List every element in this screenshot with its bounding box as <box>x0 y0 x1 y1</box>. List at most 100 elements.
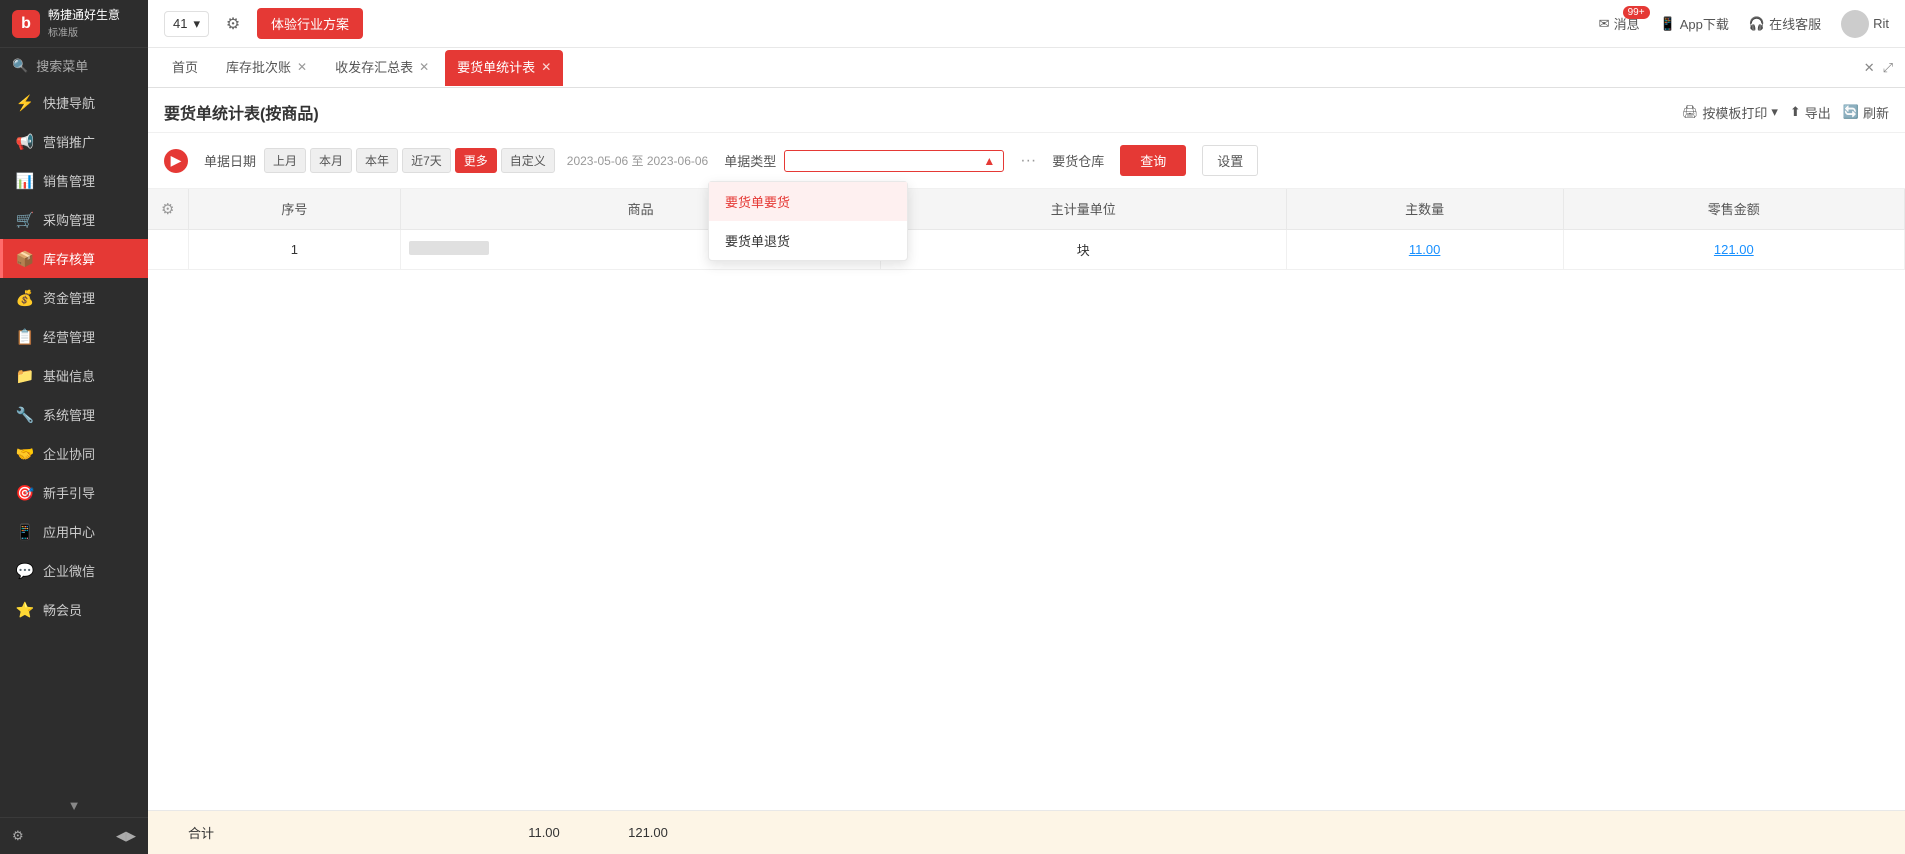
message-badge[interactable]: ✉ 消息 99+ <box>1599 14 1640 33</box>
quick-nav-icon: ⚡ <box>15 94 35 112</box>
sidebar-item-guide[interactable]: 🎯 新手引导 <box>0 473 148 512</box>
sidebar-item-label: 快捷导航 <box>43 93 95 112</box>
type-select[interactable]: ▲ <box>784 150 1004 172</box>
tab-inventory-batch-close[interactable]: ✕ <box>297 60 307 74</box>
date-btn-this-year[interactable]: 本年 <box>356 148 398 173</box>
filter-bar: ▶ 单据日期 上月 本月 本年 近7天 更多 自定义 2023-05-06 至 … <box>148 133 1905 189</box>
date-label: 单据日期 <box>204 151 256 170</box>
row-no: 1 <box>188 229 401 269</box>
search-menu[interactable]: 🔍 搜索菜单 <box>0 48 148 83</box>
tab-order-stats[interactable]: 要货单统计表 ✕ <box>445 50 563 86</box>
topbar: 41 ▾ ⚙ 体验行业方案 ✉ 消息 99+ 📱 App下载 🎧 在线客服 R <box>148 0 1905 48</box>
type-select-arrow-icon: ▲ <box>983 154 995 168</box>
date-btn-custom[interactable]: 自定义 <box>501 148 555 173</box>
appstore-icon: 📱 <box>15 523 35 541</box>
user-name: Rit <box>1873 16 1889 31</box>
topbar-settings-icon[interactable]: ⚙ <box>219 10 247 38</box>
row-unit: 块 <box>880 229 1286 269</box>
table-settings-btn[interactable]: 设置 <box>1202 145 1258 176</box>
tab-inventory-batch[interactable]: 库存批次账 ✕ <box>214 50 319 86</box>
refresh-label: 刷新 <box>1863 103 1889 122</box>
date-btn-this-month[interactable]: 本月 <box>310 148 352 173</box>
footer-qty: 11.00 <box>504 825 584 840</box>
sidebar-item-label: 采购管理 <box>43 210 95 229</box>
topbar-right: ✉ 消息 99+ 📱 App下载 🎧 在线客服 Rit <box>1599 10 1889 38</box>
settings-icon[interactable]: ⚙ <box>12 828 24 844</box>
operation-icon: 📋 <box>15 328 35 346</box>
sidebar-item-basic[interactable]: 📁 基础信息 <box>0 356 148 395</box>
row-amount-link[interactable]: 121.00 <box>1714 242 1754 257</box>
page-title: 要货单统计表(按商品) <box>164 100 319 124</box>
topbar-left: 41 ▾ ⚙ 体验行业方案 <box>164 8 1599 39</box>
online-service-label: 在线客服 <box>1769 14 1821 33</box>
footer-label: 合计 <box>164 823 504 842</box>
collapse-button[interactable]: ◀▶ <box>116 828 136 844</box>
date-btn-7days[interactable]: 近7天 <box>402 148 451 173</box>
sidebar-item-label: 新手引导 <box>43 483 95 502</box>
sidebar-bottom: ⚙ ◀▶ <box>0 817 148 854</box>
sidebar-item-label: 经营管理 <box>43 327 95 346</box>
tab-order-stats-close[interactable]: ✕ <box>541 60 551 74</box>
query-btn[interactable]: 查询 <box>1120 145 1186 176</box>
sidebar-item-corp[interactable]: 🤝 企业协同 <box>0 434 148 473</box>
sidebar-item-marketing[interactable]: 📢 营销推广 <box>0 122 148 161</box>
sales-icon: 📊 <box>15 172 35 190</box>
sidebar-item-quick-nav[interactable]: ⚡ 快捷导航 <box>0 83 148 122</box>
date-btn-more[interactable]: 更多 <box>455 148 497 173</box>
message-count: 99+ <box>1623 6 1650 19</box>
data-table-container: ⚙ 序号 商品 主计量单位 主数量 零售金额 1 <box>148 189 1905 810</box>
sidebar-item-inventory[interactable]: 📦 库存核算 <box>0 239 148 278</box>
marketing-icon: 📢 <box>15 133 35 151</box>
print-template-btn[interactable]: 🖨 按模板打印 ▾ <box>1682 103 1778 122</box>
product-placeholder <box>409 241 489 255</box>
filter-more-options[interactable]: ··· <box>1020 152 1036 170</box>
tab-receive-summary[interactable]: 收发存汇总表 ✕ <box>323 50 441 86</box>
sidebar-item-appstore[interactable]: 📱 应用中心 <box>0 512 148 551</box>
export-btn[interactable]: ⬆ 导出 <box>1790 103 1831 122</box>
tab-home-label: 首页 <box>172 57 198 76</box>
filter-expand-btn[interactable]: ▶ <box>164 149 188 173</box>
warehouse-label: 要货仓库 <box>1052 151 1104 170</box>
table-row: 1 块 11.00 121.00 <box>148 229 1905 269</box>
inventory-icon: 📦 <box>15 250 35 268</box>
row-qty: 11.00 <box>1286 229 1563 269</box>
sidebar-item-sales[interactable]: 📊 销售管理 <box>0 161 148 200</box>
filter-date-group: 单据日期 上月 本月 本年 近7天 更多 自定义 2023-05-06 至 20… <box>204 148 708 173</box>
row-qty-link[interactable]: 11.00 <box>1409 242 1441 257</box>
tab-home[interactable]: 首页 <box>160 50 210 86</box>
headset-icon: 🎧 <box>1749 16 1765 32</box>
col-settings-icon[interactable]: ⚙ <box>161 201 174 218</box>
sidebar-scroll-down[interactable]: ▼ <box>0 794 148 817</box>
industry-btn[interactable]: 体验行业方案 <box>257 8 363 39</box>
sidebar-item-operation[interactable]: 📋 经营管理 <box>0 317 148 356</box>
sidebar-item-label: 库存核算 <box>43 249 95 268</box>
sidebar-item-purchase[interactable]: 🛒 采购管理 <box>0 200 148 239</box>
dropdown-item-order-return[interactable]: 要货单退货 <box>709 221 907 260</box>
tab-receive-summary-close[interactable]: ✕ <box>419 60 429 74</box>
online-service-link[interactable]: 🎧 在线客服 <box>1749 14 1821 33</box>
dropdown-item-order-goods[interactable]: 要货单要货 <box>709 182 907 221</box>
sidebar-item-label: 营销推广 <box>43 132 95 151</box>
print-dropdown-icon: ▾ <box>1771 104 1778 120</box>
data-table: ⚙ 序号 商品 主计量单位 主数量 零售金额 1 <box>148 189 1905 270</box>
member-icon: ⭐ <box>15 601 35 619</box>
user-avatar-area[interactable]: Rit <box>1841 10 1889 38</box>
sidebar-item-weixin[interactable]: 💬 企业微信 <box>0 551 148 590</box>
window-controls: ✕ ⤢ <box>1864 60 1893 76</box>
guide-icon: 🎯 <box>15 484 35 502</box>
sidebar-item-label: 资金管理 <box>43 288 95 307</box>
sidebar-item-finance[interactable]: 💰 资金管理 <box>0 278 148 317</box>
print-icon: 🖨 <box>1682 104 1699 120</box>
refresh-btn[interactable]: 🔄 刷新 <box>1843 103 1889 122</box>
main-content: 41 ▾ ⚙ 体验行业方案 ✉ 消息 99+ 📱 App下载 🎧 在线客服 R <box>148 0 1905 854</box>
filter-date-btns: 上月 本月 本年 近7天 更多 自定义 <box>264 148 555 173</box>
store-dropdown-icon: ▾ <box>193 16 200 32</box>
sidebar-item-member[interactable]: ⭐ 畅会员 <box>0 590 148 629</box>
app-download-link[interactable]: 📱 App下载 <box>1660 14 1729 33</box>
sidebar-item-system[interactable]: 🔧 系统管理 <box>0 395 148 434</box>
window-maximize-icon[interactable]: ⤢ <box>1883 60 1893 76</box>
sidebar-item-label: 应用中心 <box>43 522 95 541</box>
store-selector[interactable]: 41 ▾ <box>164 11 209 37</box>
window-close-icon[interactable]: ✕ <box>1864 60 1875 76</box>
date-btn-last-month[interactable]: 上月 <box>264 148 306 173</box>
